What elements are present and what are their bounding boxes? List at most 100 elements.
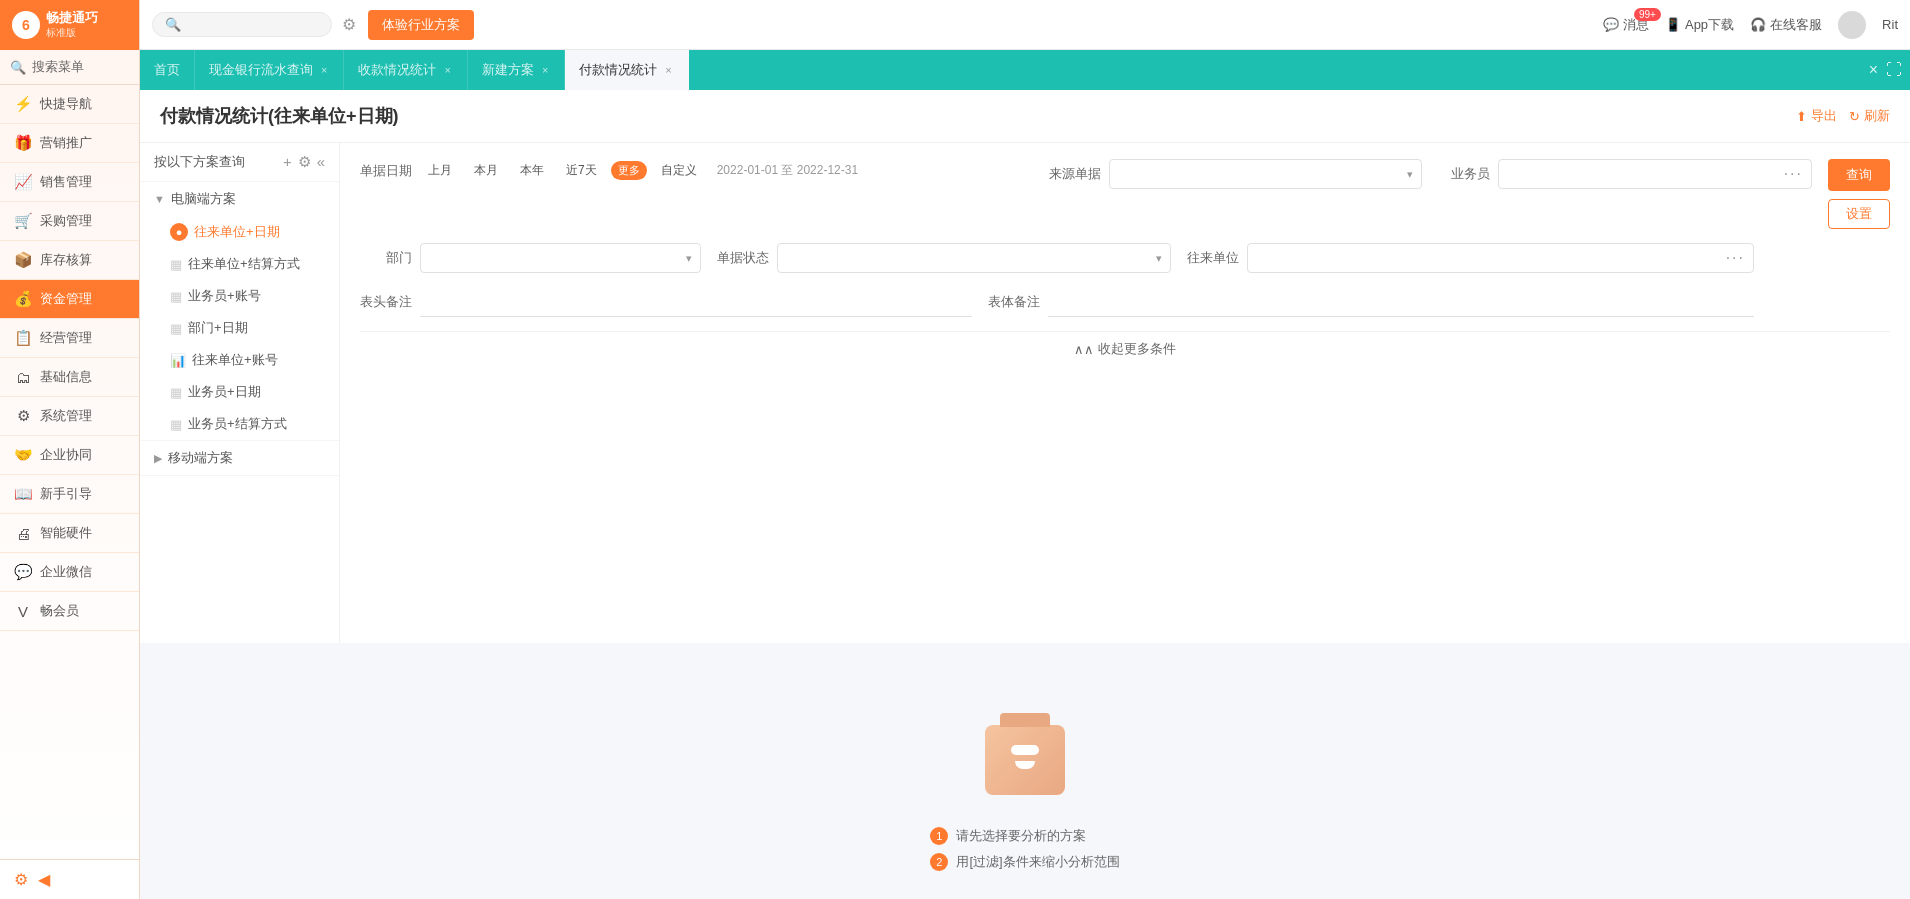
export-btn[interactable]: ⬆ 导出 — [1796, 107, 1837, 125]
scheme-item-unit-date[interactable]: ● 往来单位+日期 — [140, 216, 339, 248]
export-icon: ⬆ — [1796, 109, 1807, 124]
sidebar-item-operations[interactable]: 📋 经营管理 — [0, 319, 139, 358]
tab-cash-query[interactable]: 现金银行流水查询 × — [195, 50, 344, 90]
chevron-right-icon: ▶ — [154, 452, 162, 465]
date-last-month-btn[interactable]: 上月 — [420, 159, 460, 182]
sidebar-item-marketing[interactable]: 🎁 营销推广 — [0, 124, 139, 163]
table-body-note-input[interactable] — [1048, 287, 1754, 317]
basic-info-icon: 🗂 — [14, 368, 32, 386]
table-header-note-input[interactable] — [420, 287, 972, 317]
tab-receipt-stats-close[interactable]: × — [442, 62, 452, 78]
sidebar-item-guide[interactable]: 📖 新手引导 — [0, 475, 139, 514]
sidebar-item-finance[interactable]: 💰 资金管理 — [0, 280, 139, 319]
sidebar-item-quick-nav[interactable]: ⚡ 快捷导航 — [0, 85, 139, 124]
sidebar-item-sales[interactable]: 📈 销售管理 — [0, 163, 139, 202]
staff-label: 业务员 — [1438, 165, 1490, 183]
scheme-item-label: 往来单位+账号 — [192, 351, 278, 369]
sidebar-item-label: 智能硬件 — [40, 524, 92, 542]
sidebar-footer: ⚙ ◀ — [0, 859, 139, 899]
tab-receipt-stats[interactable]: 收款情况统计 × — [344, 50, 467, 90]
tabbar-expand-btn[interactable]: ⛶ — [1886, 61, 1902, 79]
user-avatar[interactable] — [1838, 11, 1866, 39]
trial-btn[interactable]: 体验行业方案 — [368, 10, 474, 40]
sidebar-collapse-btn[interactable]: ◀ — [38, 870, 50, 889]
tab-payment-stats-close[interactable]: × — [663, 62, 673, 78]
date-range-text: 2022-01-01 至 2022-12-31 — [717, 162, 858, 179]
header-search[interactable]: 🔍 — [152, 12, 332, 37]
tab-new-scheme-close[interactable]: × — [540, 62, 550, 78]
dept-select[interactable]: ▾ — [420, 243, 701, 273]
online-service-btn[interactable]: 🎧 在线客服 — [1750, 16, 1822, 34]
sidebar-item-wechat[interactable]: 💬 企业微信 — [0, 553, 139, 592]
collapse-filters-btn[interactable]: ∧∧ 收起更多条件 — [360, 331, 1890, 366]
chevron-up-icon: ∧∧ — [1074, 342, 1094, 357]
scheme-item-unit-account[interactable]: 📊 往来单位+账号 — [140, 344, 339, 376]
partner-select[interactable]: ··· — [1247, 243, 1755, 273]
table-icon: ▦ — [170, 385, 182, 400]
scheme-item-label: 往来单位+日期 — [194, 223, 280, 241]
tab-new-scheme-label: 新建方案 — [482, 61, 534, 79]
scheme-desktop-group: ▼ 电脑端方案 ● 往来单位+日期 ▦ 往来单位+结算方式 ▦ 业务员+账号 — [140, 182, 339, 441]
sidebar-item-basic-info[interactable]: 🗂 基础信息 — [0, 358, 139, 397]
tab-new-scheme[interactable]: 新建方案 × — [468, 50, 565, 90]
scheme-desktop-header[interactable]: ▼ 电脑端方案 — [140, 182, 339, 216]
staff-more-icon[interactable]: ··· — [1784, 165, 1803, 183]
empty-hint-2: 2 用[过滤]条件来缩小分析范围 — [930, 853, 1119, 871]
scheme-mobile-header[interactable]: ▶ 移动端方案 — [140, 441, 339, 475]
partner-more-icon[interactable]: ··· — [1726, 249, 1745, 267]
doc-status-select[interactable]: ▾ — [777, 243, 1171, 273]
refresh-btn[interactable]: ↻ 刷新 — [1849, 107, 1890, 125]
date-this-year-btn[interactable]: 本年 — [512, 159, 552, 182]
robot-eyes — [1011, 745, 1039, 755]
tab-home-label: 首页 — [154, 61, 180, 79]
scheme-add-btn[interactable]: + — [283, 153, 292, 171]
sidebar-settings-btn[interactable]: ⚙ — [14, 870, 28, 889]
quick-nav-icon: ⚡ — [14, 95, 32, 113]
chevron-down-icon: ▾ — [1156, 252, 1162, 265]
partner-label: 往来单位 — [1187, 249, 1239, 267]
scheme-collapse-btn[interactable]: « — [317, 153, 325, 171]
scheme-item-staff-date[interactable]: ▦ 业务员+日期 — [140, 376, 339, 408]
date-this-month-btn[interactable]: 本月 — [466, 159, 506, 182]
app-download-icon: 📱 — [1665, 17, 1681, 32]
sidebar-item-smart-hw[interactable]: 🖨 智能硬件 — [0, 514, 139, 553]
sidebar-item-inventory[interactable]: 📦 库存核算 — [0, 241, 139, 280]
scheme-settings-btn[interactable]: ⚙ — [298, 153, 311, 171]
tab-payment-stats[interactable]: 付款情况统计 × — [565, 50, 688, 90]
scheme-panel-actions: + ⚙ « — [283, 153, 325, 171]
app-name: 畅捷通巧 — [46, 10, 98, 26]
notification-btn[interactable]: 💬 消息 99+ — [1603, 16, 1649, 34]
tab-cash-query-close[interactable]: × — [319, 62, 329, 78]
date-last-7days-btn[interactable]: 近7天 — [558, 159, 605, 182]
scheme-item-label: 往来单位+结算方式 — [188, 255, 300, 273]
chevron-down-icon: ▼ — [154, 193, 165, 205]
scheme-item-dept-date[interactable]: ▦ 部门+日期 — [140, 312, 339, 344]
sidebar-item-vip[interactable]: V 畅会员 — [0, 592, 139, 631]
username[interactable]: Rit — [1882, 17, 1898, 32]
sidebar-item-label: 销售管理 — [40, 173, 92, 191]
staff-select[interactable]: ··· — [1498, 159, 1812, 189]
scheme-item-staff-settle[interactable]: ▦ 业务员+结算方式 — [140, 408, 339, 440]
date-more-btn[interactable]: 更多 — [611, 161, 647, 180]
filter-settings-btn[interactable]: 设置 — [1828, 199, 1890, 229]
query-btn[interactable]: 查询 — [1828, 159, 1890, 191]
table-icon: ▦ — [170, 321, 182, 336]
source-select[interactable]: ▾ — [1109, 159, 1423, 189]
search-menu-label: 搜索菜单 — [32, 58, 84, 76]
search-icon: 🔍 — [165, 17, 181, 32]
filter-partner: 往来单位 ··· — [1187, 243, 1755, 273]
sidebar-item-purchase[interactable]: 🛒 采购管理 — [0, 202, 139, 241]
date-custom-btn[interactable]: 自定义 — [653, 159, 705, 182]
scheme-item-unit-settle[interactable]: ▦ 往来单位+结算方式 — [140, 248, 339, 280]
header-gear-btn[interactable]: ⚙ — [342, 15, 356, 34]
search-menu[interactable]: 🔍 搜索菜单 — [0, 50, 139, 85]
sidebar-item-collab[interactable]: 🤝 企业协同 — [0, 436, 139, 475]
sidebar-item-system[interactable]: ⚙ 系统管理 — [0, 397, 139, 436]
chart-icon: 📊 — [170, 353, 186, 368]
app-download-btn[interactable]: 📱 App下载 — [1665, 16, 1734, 34]
filter-dept: 部门 ▾ — [360, 243, 701, 273]
tab-home[interactable]: 首页 — [140, 50, 195, 90]
scheme-item-staff-account[interactable]: ▦ 业务员+账号 — [140, 280, 339, 312]
sidebar-item-label: 新手引导 — [40, 485, 92, 503]
tabbar-close-btn[interactable]: × — [1869, 61, 1878, 79]
